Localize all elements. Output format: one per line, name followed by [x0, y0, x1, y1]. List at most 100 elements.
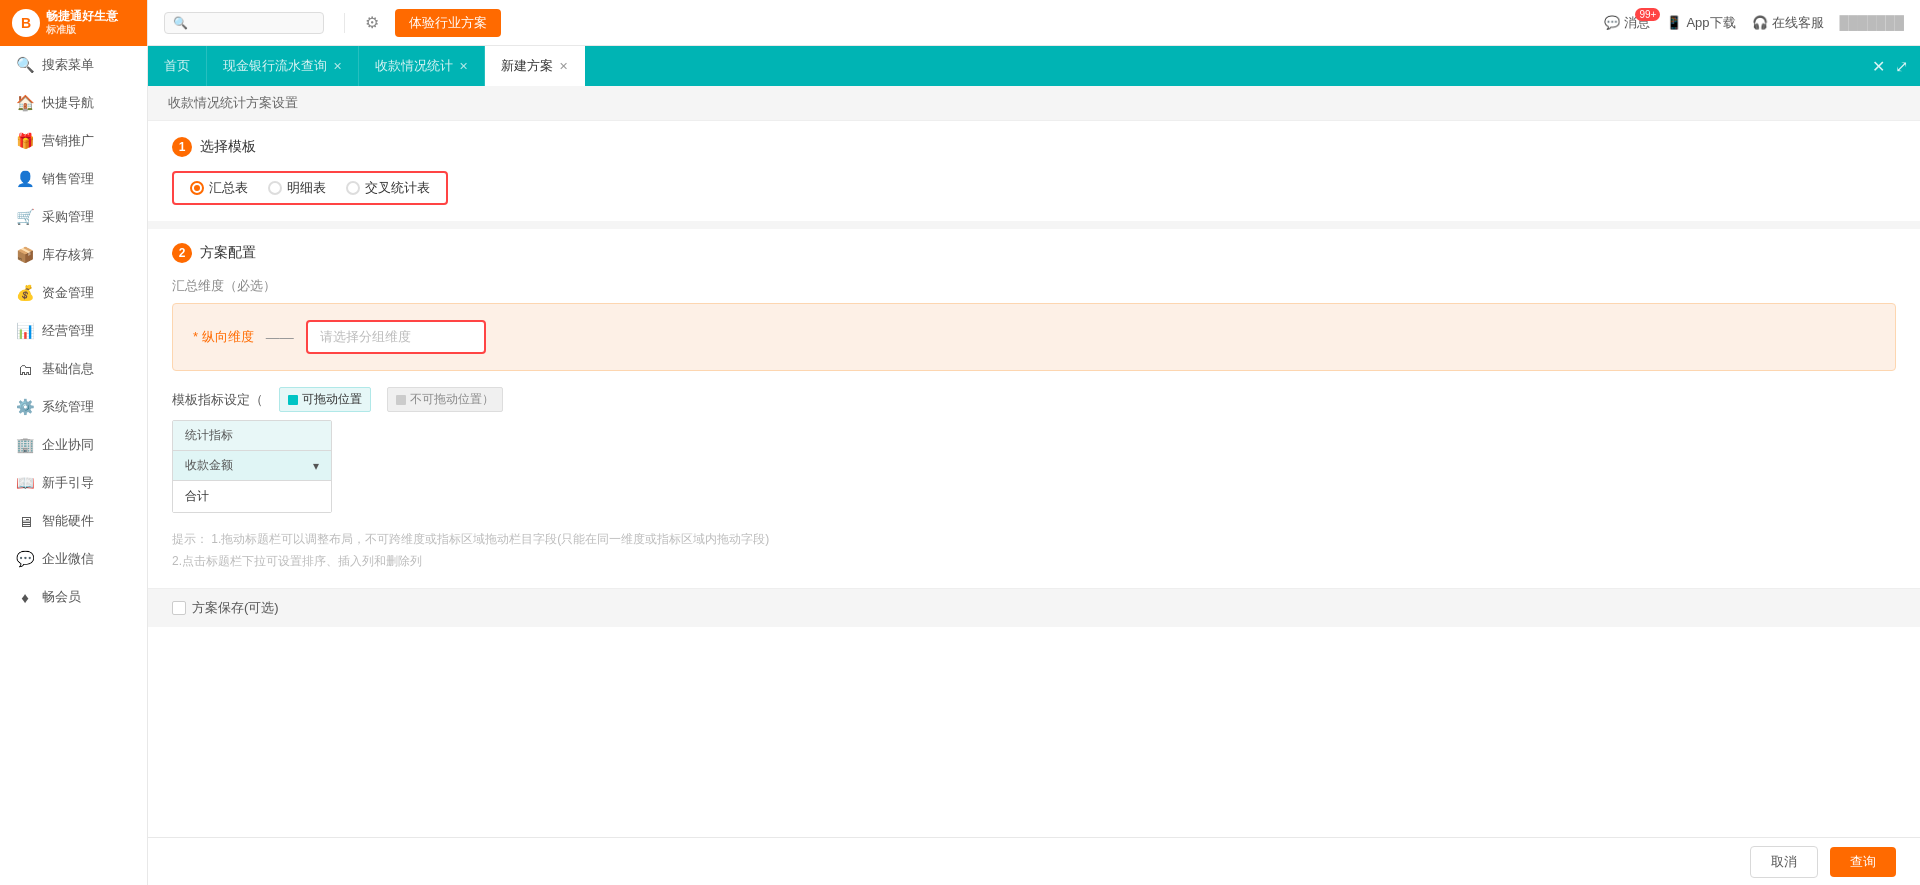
sidebar-item-sales[interactable]: 👤 销售管理 [0, 160, 147, 198]
sidebar-item-system[interactable]: ⚙️ 系统管理 [0, 388, 147, 426]
sidebar-item-label: 基础信息 [42, 360, 94, 378]
step1-num: 1 [172, 137, 192, 157]
save-option-label: 方案保存(可选) [192, 599, 279, 617]
maximize-icon[interactable]: ⤢ [1895, 57, 1908, 76]
draggable-label: 可拖动位置 [302, 391, 362, 408]
stats-col-label: 收款金额 [185, 457, 233, 474]
message-item[interactable]: 💬 消息 99+ [1604, 14, 1650, 32]
sidebar-item-label: 畅会员 [42, 588, 81, 606]
tabbar-actions: ✕ ⤢ [1860, 57, 1920, 76]
stats-col-header[interactable]: 收款金额 ▾ [173, 451, 331, 481]
draggable-indicator [288, 395, 298, 405]
sidebar-nav: 🔍 搜索菜单 🏠 快捷导航 🎁 营销推广 👤 销售管理 🛒 采购管理 📦 库存核… [0, 46, 147, 885]
sidebar-item-label: 库存核算 [42, 246, 94, 264]
tab-stats-label: 收款情况统计 [375, 57, 453, 75]
step1-label: 选择模板 [200, 138, 256, 156]
book-icon: 📖 [16, 474, 34, 492]
step2-section: 2 方案配置 汇总维度（必选） * 纵向维度 —— 请选择分组维度 [148, 243, 1920, 529]
close-window-icon[interactable]: ✕ [1872, 57, 1885, 76]
download-item[interactable]: 📱 App下载 [1666, 14, 1735, 32]
tab-bank[interactable]: 现金银行流水查询 ✕ [207, 46, 359, 86]
diamond-icon: ♦ [16, 589, 34, 606]
radio-summary[interactable]: 汇总表 [190, 179, 248, 197]
stats-table: 统计指标 收款金额 ▾ 合计 [172, 420, 332, 513]
search-icon: 🔍 [16, 56, 34, 74]
sidebar-item-finance[interactable]: 💰 资金管理 [0, 274, 147, 312]
download-label: App下载 [1686, 14, 1735, 32]
sidebar-item-label: 快捷导航 [42, 94, 94, 112]
sidebar-item-basic[interactable]: 🗂 基础信息 [0, 350, 147, 388]
content-area: 收款情况统计方案设置 1 选择模板 汇总表 明细表 [148, 86, 1920, 837]
service-item[interactable]: 🎧 在线客服 [1752, 14, 1824, 32]
radio-summary-dot [190, 181, 204, 195]
sidebar-item-hardware[interactable]: 🖥 智能硬件 [0, 502, 147, 540]
footer-bar: 取消 查询 [148, 837, 1920, 885]
radio-detail-label: 明细表 [287, 179, 326, 197]
template-options-box: 汇总表 明细表 交叉统计表 [172, 171, 448, 205]
sidebar-item-inventory[interactable]: 📦 库存核算 [0, 236, 147, 274]
sidebar-item-label: 企业协同 [42, 436, 94, 454]
box-icon: 📦 [16, 246, 34, 264]
topbar: 🔍 ⚙ 体验行业方案 💬 消息 99+ 📱 App下载 🎧 在线客服 █████… [148, 0, 1920, 46]
avatar-icon: ███████ [1840, 15, 1904, 30]
tab-home[interactable]: 首页 [148, 46, 207, 86]
arrow-icon: —— [266, 329, 294, 345]
money-icon: 💰 [16, 284, 34, 302]
save-checkbox[interactable] [172, 601, 186, 615]
tabbar: 首页 现金银行流水查询 ✕ 收款情况统计 ✕ 新建方案 ✕ ✕ ⤢ [148, 46, 1920, 86]
sidebar-item-marketing[interactable]: 🎁 营销推广 [0, 122, 147, 160]
sidebar-item-ops[interactable]: 📊 经营管理 [0, 312, 147, 350]
main-area: 🔍 ⚙ 体验行业方案 💬 消息 99+ 📱 App下载 🎧 在线客服 █████… [148, 0, 1920, 885]
metrics-label: 模板指标设定（ [172, 391, 263, 409]
cancel-button[interactable]: 取消 [1750, 846, 1818, 878]
stats-row-total: 合计 [173, 481, 331, 512]
gear-icon: ⚙️ [16, 398, 34, 416]
sidebar-item-label: 企业微信 [42, 550, 94, 568]
settings-icon[interactable]: ⚙ [365, 13, 379, 32]
tips-section: 提示： 1.拖动标题栏可以调整布局，不可跨维度或指标区域拖动栏目字段(只能在同一… [148, 529, 1920, 588]
radio-cross[interactable]: 交叉统计表 [346, 179, 430, 197]
tab-new-close[interactable]: ✕ [559, 60, 568, 73]
sidebar-item-label: 系统管理 [42, 398, 94, 416]
tab-bank-label: 现金银行流水查询 [223, 57, 327, 75]
dimension-select[interactable]: 请选择分组维度 [306, 320, 486, 354]
section-divider [148, 221, 1920, 229]
query-button[interactable]: 查询 [1830, 847, 1896, 877]
sidebar-item-purchase[interactable]: 🛒 采购管理 [0, 198, 147, 236]
logo-icon: B [12, 9, 40, 37]
sidebar-item-wechat[interactable]: 💬 企业微信 [0, 540, 147, 578]
tab-new[interactable]: 新建方案 ✕ [485, 46, 585, 86]
tab-home-label: 首页 [164, 57, 190, 75]
metrics-header: 模板指标设定（ 可拖动位置 不可拖动位置） [172, 387, 1896, 412]
app-logo: B 畅捷通好生意 标准版 [0, 0, 147, 46]
chat-icon: 💬 [16, 550, 34, 568]
tab-bank-close[interactable]: ✕ [333, 60, 342, 73]
divider [344, 13, 345, 33]
sidebar-item-label: 搜索菜单 [42, 56, 94, 74]
service-label: 在线客服 [1772, 14, 1824, 32]
logo-name: 畅捷通好生意 [46, 9, 118, 23]
dimension-row: * 纵向维度 —— 请选择分组维度 [193, 320, 1875, 354]
step2-num: 2 [172, 243, 192, 263]
sidebar-item-guide[interactable]: 📖 新手引导 [0, 464, 147, 502]
vertical-dim-label: * 纵向维度 [193, 328, 254, 346]
topbar-search[interactable]: 🔍 [164, 12, 324, 34]
sidebar-item-corp[interactable]: 🏢 企业协同 [0, 426, 147, 464]
sidebar-item-label: 采购管理 [42, 208, 94, 226]
sidebar-item-search[interactable]: 🔍 搜索菜单 [0, 46, 147, 84]
tab-stats-close[interactable]: ✕ [459, 60, 468, 73]
chart-icon: 📊 [16, 322, 34, 340]
sidebar-item-label: 资金管理 [42, 284, 94, 302]
dimension-placeholder: 请选择分组维度 [320, 328, 411, 346]
home-icon: 🏠 [16, 94, 34, 112]
sidebar: B 畅捷通好生意 标准版 🔍 搜索菜单 🏠 快捷导航 🎁 营销推广 👤 销售管理… [0, 0, 148, 885]
sidebar-item-nav[interactable]: 🏠 快捷导航 [0, 84, 147, 122]
tab-stats[interactable]: 收款情况统计 ✕ [359, 46, 485, 86]
monitor-icon: 🖥 [16, 513, 34, 530]
radio-detail[interactable]: 明细表 [268, 179, 326, 197]
folder-icon: 🗂 [16, 361, 34, 378]
user-avatar[interactable]: ███████ [1840, 15, 1904, 30]
sidebar-item-label: 销售管理 [42, 170, 94, 188]
trial-button[interactable]: 体验行业方案 [395, 9, 501, 37]
sidebar-item-member[interactable]: ♦ 畅会员 [0, 578, 147, 616]
